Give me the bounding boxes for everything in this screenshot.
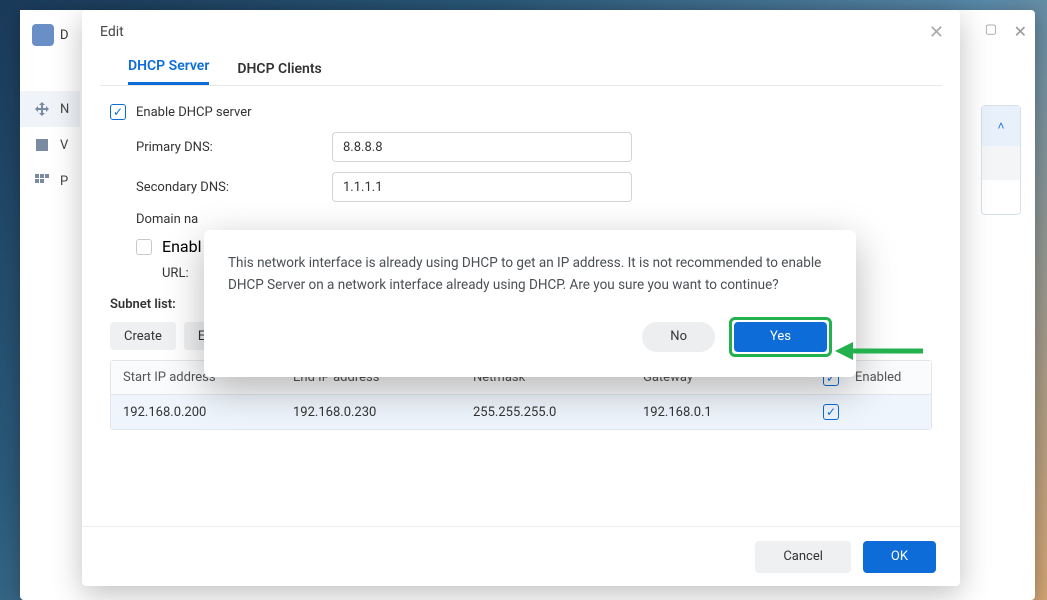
- ok-button[interactable]: OK: [863, 541, 936, 573]
- dialog-title: Edit: [100, 24, 124, 40]
- sidebar-item-label: P: [60, 174, 68, 189]
- window-close-icon[interactable]: ✕: [1014, 22, 1027, 41]
- sidebar-item-label: N: [60, 102, 69, 117]
- dialog-footer: Cancel OK: [82, 526, 960, 586]
- app-title-fragment: D: [60, 28, 80, 43]
- building-icon: [34, 137, 50, 153]
- tab-dhcp-server[interactable]: DHCP Server: [128, 58, 209, 85]
- grid-icon: [34, 173, 50, 189]
- cancel-button[interactable]: Cancel: [755, 541, 851, 573]
- sidebar-item-network[interactable]: N: [20, 91, 80, 127]
- app-icon: [32, 24, 54, 46]
- secondary-dns-label: Secondary DNS:: [136, 180, 332, 195]
- network-icon: [34, 101, 50, 117]
- create-button[interactable]: Create: [110, 322, 176, 350]
- tab-dhcp-clients[interactable]: DHCP Clients: [237, 61, 321, 85]
- enable-sub-label: Enabl: [162, 237, 202, 256]
- confirm-message: This network interface is already using …: [228, 252, 832, 297]
- cell-gateway: 192.168.0.1: [631, 405, 811, 420]
- close-icon[interactable]: ✕: [929, 22, 944, 43]
- row-enabled-checkbox[interactable]: ✓: [823, 404, 839, 420]
- primary-dns-label: Primary DNS:: [136, 140, 332, 155]
- confirm-dialog: This network interface is already using …: [204, 230, 856, 377]
- yes-highlight: Yes: [729, 317, 832, 357]
- cell-end-ip: 192.168.0.230: [281, 405, 461, 420]
- dialog-header: Edit ✕: [82, 10, 960, 54]
- secondary-dns-input[interactable]: [332, 172, 632, 202]
- enable-dhcp-checkbox[interactable]: ✓: [110, 104, 126, 120]
- side-panel-fragment: ˄: [981, 105, 1021, 215]
- sidebar: D N V P: [20, 10, 80, 590]
- no-button[interactable]: No: [642, 322, 715, 352]
- cell-netmask: 255.255.255.0: [461, 405, 631, 420]
- sidebar-item-pxe[interactable]: P: [20, 163, 80, 199]
- enable-sub-checkbox[interactable]: ✓: [136, 239, 152, 255]
- yes-button[interactable]: Yes: [734, 322, 827, 352]
- table-row[interactable]: 192.168.0.200 192.168.0.230 255.255.255.…: [111, 395, 931, 429]
- primary-dns-input[interactable]: [332, 132, 632, 162]
- domain-name-label: Domain na: [136, 212, 332, 227]
- window-maximize-icon[interactable]: ▢: [985, 22, 997, 37]
- cell-start-ip: 192.168.0.200: [111, 405, 281, 420]
- cell-enabled[interactable]: ✓: [811, 404, 931, 420]
- chevron-up-icon[interactable]: ˄: [982, 106, 1020, 146]
- col-enabled-label: Enabled: [855, 370, 901, 385]
- tab-bar: DHCP Server DHCP Clients: [100, 54, 942, 86]
- enable-dhcp-label: Enable DHCP server: [136, 105, 252, 120]
- sidebar-item-volume[interactable]: V: [20, 127, 80, 163]
- enable-dhcp-row[interactable]: ✓ Enable DHCP server: [110, 104, 932, 120]
- sidebar-item-label: V: [60, 138, 68, 153]
